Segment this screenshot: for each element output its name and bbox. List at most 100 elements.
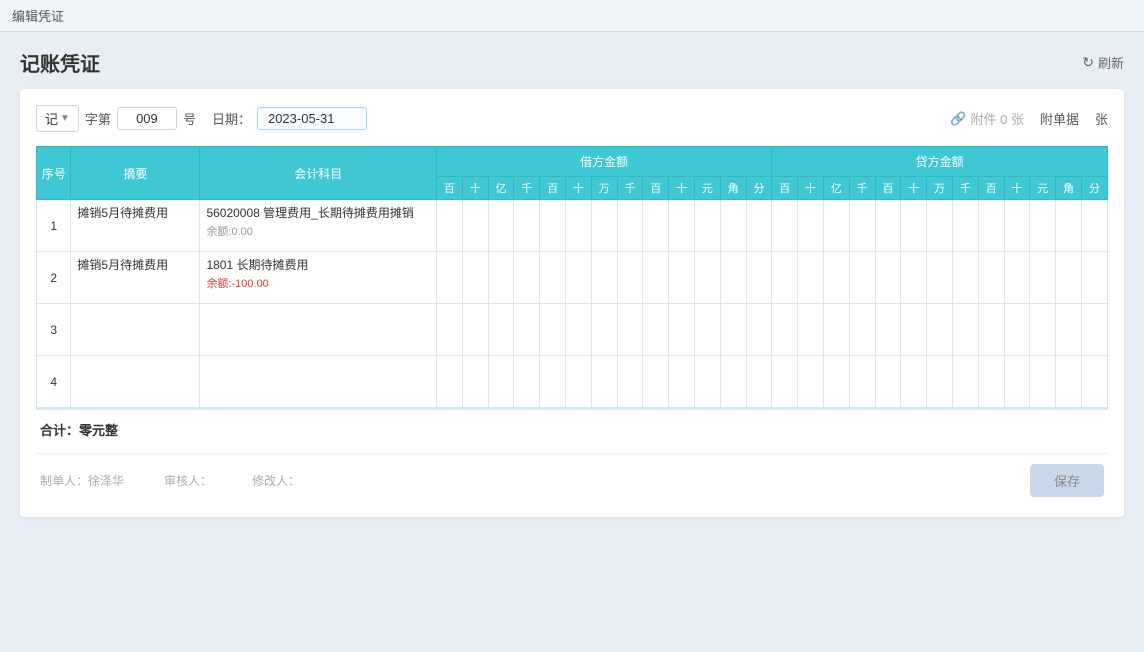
debit-amount-2-7[interactable] (617, 304, 643, 356)
debit-amount-1-10[interactable] (694, 252, 720, 304)
date-input[interactable] (257, 107, 367, 130)
credit-amount-2-0[interactable] (772, 304, 798, 356)
credit-amount-3-5[interactable] (901, 356, 927, 408)
debit-amount-1-1[interactable] (462, 252, 488, 304)
credit-amount-0-1[interactable] (798, 200, 824, 252)
credit-amount-0-9[interactable] (1004, 200, 1030, 252)
debit-amount-0-3[interactable] (514, 200, 540, 252)
debit-amount-3-0[interactable] (437, 356, 463, 408)
debit-amount-0-7[interactable] (617, 200, 643, 252)
zi-number-input[interactable] (117, 107, 177, 130)
credit-amount-0-4[interactable] (875, 200, 901, 252)
debit-amount-1-12[interactable] (746, 252, 772, 304)
credit-amount-0-11[interactable] (1056, 200, 1082, 252)
credit-amount-3-11[interactable] (1056, 356, 1082, 408)
debit-amount-3-5[interactable] (565, 356, 591, 408)
debit-amount-1-6[interactable] (591, 252, 617, 304)
save-button[interactable]: 保存 (1030, 464, 1104, 497)
debit-amount-1-4[interactable] (540, 252, 566, 304)
credit-amount-3-7[interactable] (952, 356, 978, 408)
debit-amount-2-5[interactable] (565, 304, 591, 356)
credit-amount-1-1[interactable] (798, 252, 824, 304)
debit-amount-2-8[interactable] (643, 304, 669, 356)
credit-amount-2-9[interactable] (1004, 304, 1030, 356)
credit-amount-1-8[interactable] (978, 252, 1004, 304)
credit-amount-1-2[interactable] (823, 252, 849, 304)
credit-amount-3-10[interactable] (1030, 356, 1056, 408)
credit-amount-1-0[interactable] (772, 252, 798, 304)
credit-amount-1-3[interactable] (849, 252, 875, 304)
debit-amount-3-8[interactable] (643, 356, 669, 408)
summary-cell-3[interactable] (71, 356, 200, 408)
debit-amount-0-9[interactable] (669, 200, 695, 252)
debit-amount-3-3[interactable] (514, 356, 540, 408)
debit-amount-1-3[interactable] (514, 252, 540, 304)
debit-amount-1-9[interactable] (669, 252, 695, 304)
debit-amount-2-9[interactable] (669, 304, 695, 356)
credit-amount-2-11[interactable] (1056, 304, 1082, 356)
debit-amount-3-2[interactable] (488, 356, 514, 408)
account-cell-2[interactable] (200, 304, 437, 356)
credit-amount-3-2[interactable] (823, 356, 849, 408)
debit-amount-2-2[interactable] (488, 304, 514, 356)
credit-amount-3-8[interactable] (978, 356, 1004, 408)
type-select[interactable]: 记 ▼ (36, 105, 79, 132)
account-cell-3[interactable] (200, 356, 437, 408)
credit-amount-0-7[interactable] (952, 200, 978, 252)
account-cell-1[interactable]: 1801 长期待摊费用余额:-100.00 (200, 252, 437, 304)
debit-amount-2-4[interactable] (540, 304, 566, 356)
summary-cell-2[interactable] (71, 304, 200, 356)
debit-amount-0-2[interactable] (488, 200, 514, 252)
credit-amount-1-11[interactable] (1056, 252, 1082, 304)
credit-amount-1-9[interactable] (1004, 252, 1030, 304)
debit-amount-0-5[interactable] (565, 200, 591, 252)
credit-amount-2-2[interactable] (823, 304, 849, 356)
debit-amount-1-11[interactable] (720, 252, 746, 304)
credit-amount-2-3[interactable] (849, 304, 875, 356)
debit-amount-3-4[interactable] (540, 356, 566, 408)
credit-amount-3-0[interactable] (772, 356, 798, 408)
debit-amount-2-3[interactable] (514, 304, 540, 356)
credit-amount-1-12[interactable] (1081, 252, 1107, 304)
debit-amount-3-11[interactable] (720, 356, 746, 408)
credit-amount-2-8[interactable] (978, 304, 1004, 356)
debit-amount-2-12[interactable] (746, 304, 772, 356)
credit-amount-0-12[interactable] (1081, 200, 1107, 252)
credit-amount-2-5[interactable] (901, 304, 927, 356)
credit-amount-2-1[interactable] (798, 304, 824, 356)
debit-amount-3-1[interactable] (462, 356, 488, 408)
credit-amount-0-3[interactable] (849, 200, 875, 252)
debit-amount-1-7[interactable] (617, 252, 643, 304)
credit-amount-2-12[interactable] (1081, 304, 1107, 356)
credit-amount-1-5[interactable] (901, 252, 927, 304)
credit-amount-1-10[interactable] (1030, 252, 1056, 304)
credit-amount-2-7[interactable] (952, 304, 978, 356)
credit-amount-0-8[interactable] (978, 200, 1004, 252)
credit-amount-0-0[interactable] (772, 200, 798, 252)
debit-amount-2-6[interactable] (591, 304, 617, 356)
debit-amount-1-5[interactable] (565, 252, 591, 304)
debit-amount-2-11[interactable] (720, 304, 746, 356)
debit-amount-0-8[interactable] (643, 200, 669, 252)
credit-amount-3-6[interactable] (927, 356, 953, 408)
debit-amount-0-11[interactable] (720, 200, 746, 252)
debit-amount-2-0[interactable] (437, 304, 463, 356)
credit-amount-2-10[interactable] (1030, 304, 1056, 356)
debit-amount-0-12[interactable] (746, 200, 772, 252)
debit-amount-0-4[interactable] (540, 200, 566, 252)
credit-amount-0-5[interactable] (901, 200, 927, 252)
refresh-button[interactable]: ↻ 刷新 (1082, 53, 1124, 72)
debit-amount-3-7[interactable] (617, 356, 643, 408)
attachment-link[interactable]: 🔗 附件 0 张 (950, 109, 1024, 128)
credit-amount-1-7[interactable] (952, 252, 978, 304)
debit-amount-0-1[interactable] (462, 200, 488, 252)
debit-amount-1-8[interactable] (643, 252, 669, 304)
debit-amount-0-6[interactable] (591, 200, 617, 252)
credit-amount-3-1[interactable] (798, 356, 824, 408)
debit-amount-2-10[interactable] (694, 304, 720, 356)
credit-amount-0-2[interactable] (823, 200, 849, 252)
debit-amount-3-9[interactable] (669, 356, 695, 408)
account-cell-0[interactable]: 56020008 管理费用_长期待摊费用摊销余额:0.00 (200, 200, 437, 252)
credit-amount-3-4[interactable] (875, 356, 901, 408)
debit-amount-0-10[interactable] (694, 200, 720, 252)
